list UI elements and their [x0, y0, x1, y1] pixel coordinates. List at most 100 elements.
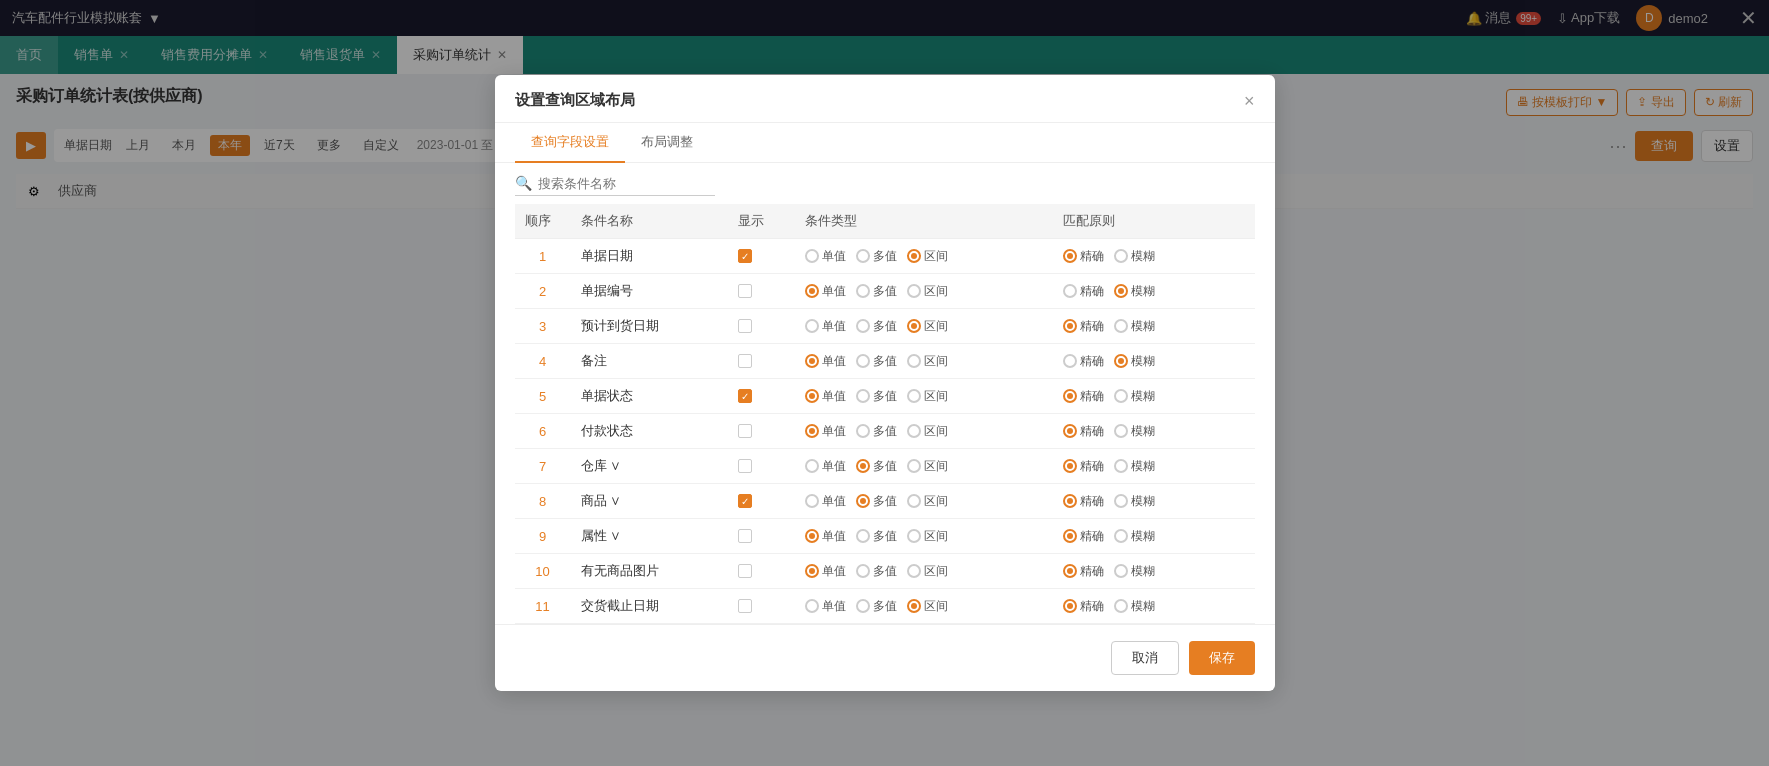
- dialog-tab-fields-label: 查询字段设置: [531, 134, 609, 149]
- settings-dialog: 设置查询区域布局 × 查询字段设置 布局调整 🔍 顺序: [495, 75, 1275, 474]
- row-match-5[interactable]: 精确 模糊: [1053, 414, 1255, 449]
- checkbox-2[interactable]: [738, 319, 752, 333]
- row-match-2[interactable]: 精确模糊: [1053, 309, 1255, 344]
- row-type-2[interactable]: 单值多值区间: [795, 309, 1053, 344]
- table-row: 4备注单值多值区间精确模糊: [515, 344, 1255, 379]
- row-order-5: 6: [515, 414, 571, 449]
- type-option-1-0[interactable]: 单值: [805, 283, 846, 300]
- th-show: 显示: [728, 204, 795, 239]
- radio-circle-type-0-0: [805, 249, 819, 263]
- type-option-6-0[interactable]: 单值: [805, 458, 846, 475]
- match-option-4-1[interactable]: 模糊: [1114, 388, 1155, 405]
- match-option-6-0[interactable]: 精确: [1063, 458, 1104, 475]
- row-name-5: 付款状态: [571, 414, 728, 449]
- row-match-1[interactable]: 精确 模糊: [1053, 274, 1255, 309]
- row-match-4[interactable]: 精确 模糊: [1053, 379, 1255, 414]
- match-option-2-0[interactable]: 精确: [1063, 318, 1104, 335]
- row-show-3[interactable]: [728, 344, 795, 379]
- row-type-3[interactable]: 单值多值区间: [795, 344, 1053, 379]
- th-name: 条件名称: [571, 204, 728, 239]
- match-option-0-0[interactable]: 精确: [1063, 248, 1104, 265]
- radio-circle-type-3-2: [907, 354, 921, 368]
- dialog-tab-layout[interactable]: 布局调整: [625, 123, 709, 163]
- radio-circle-match-3-0: [1063, 354, 1077, 368]
- radio-circle-match-2-0: [1063, 319, 1077, 333]
- row-match-6[interactable]: 精确模糊: [1053, 449, 1255, 475]
- row-type-1[interactable]: 单值 多值区间: [795, 274, 1053, 309]
- dialog-close-button[interactable]: ×: [1244, 92, 1255, 110]
- type-option-2-1[interactable]: 多值: [856, 318, 897, 335]
- type-option-4-0[interactable]: 单值: [805, 388, 846, 405]
- type-option-3-1[interactable]: 多值: [856, 353, 897, 370]
- row-order-2: 3: [515, 309, 571, 344]
- type-option-5-1[interactable]: 多值: [856, 423, 897, 440]
- row-type-5[interactable]: 单值多值区间: [795, 414, 1053, 449]
- radio-label-match-5-1: 模糊: [1131, 423, 1155, 440]
- radio-circle-match-4-1: [1114, 389, 1128, 403]
- row-type-0[interactable]: 单值多值区间: [795, 239, 1053, 274]
- radio-circle-match-4-0: [1063, 389, 1077, 403]
- checkbox-1[interactable]: [738, 284, 752, 298]
- row-show-4[interactable]: [728, 379, 795, 414]
- type-option-0-0[interactable]: 单值: [805, 248, 846, 265]
- type-option-2-2[interactable]: 区间: [907, 318, 948, 335]
- radio-label-match-5-0: 精确: [1080, 423, 1104, 440]
- type-option-5-2[interactable]: 区间: [907, 423, 948, 440]
- match-option-5-0[interactable]: 精确: [1063, 423, 1104, 440]
- radio-label-match-2-0: 精确: [1080, 318, 1104, 335]
- match-option-6-1[interactable]: 模糊: [1114, 458, 1155, 475]
- dialog-tab-fields[interactable]: 查询字段设置: [515, 123, 625, 163]
- radio-label-type-1-1: 多值: [873, 283, 897, 300]
- radio-label-match-1-0: 精确: [1080, 283, 1104, 300]
- type-option-0-1[interactable]: 多值: [856, 248, 897, 265]
- type-option-5-0[interactable]: 单值: [805, 423, 846, 440]
- type-option-6-1[interactable]: 多值: [856, 458, 897, 475]
- th-match: 匹配原则: [1053, 204, 1255, 239]
- match-option-2-1[interactable]: 模糊: [1114, 318, 1155, 335]
- row-show-6[interactable]: [728, 449, 795, 475]
- table-row: 6付款状态 单值多值区间 精确 模糊: [515, 414, 1255, 449]
- match-option-3-1[interactable]: 模糊: [1114, 353, 1155, 370]
- row-type-4[interactable]: 单值多值区间: [795, 379, 1053, 414]
- row-show-0[interactable]: [728, 239, 795, 274]
- checkbox-4[interactable]: [738, 389, 752, 403]
- type-option-4-2[interactable]: 区间: [907, 388, 948, 405]
- match-option-1-1[interactable]: 模糊: [1114, 283, 1155, 300]
- row-match-0[interactable]: 精确模糊: [1053, 239, 1255, 274]
- radio-circle-type-3-0: [805, 354, 819, 368]
- radio-label-match-4-1: 模糊: [1131, 388, 1155, 405]
- match-option-0-1[interactable]: 模糊: [1114, 248, 1155, 265]
- row-type-6[interactable]: 单值多值区间: [795, 449, 1053, 475]
- match-option-1-0[interactable]: 精确: [1063, 283, 1104, 300]
- type-option-0-2[interactable]: 区间: [907, 248, 948, 265]
- radio-circle-match-5-1: [1114, 424, 1128, 438]
- type-option-6-2[interactable]: 区间: [907, 458, 948, 475]
- row-show-2[interactable]: [728, 309, 795, 344]
- radio-label-match-1-1: 模糊: [1131, 283, 1155, 300]
- radio-circle-match-1-1: [1114, 284, 1128, 298]
- type-option-2-0[interactable]: 单值: [805, 318, 846, 335]
- radio-label-type-0-0: 单值: [822, 248, 846, 265]
- type-option-3-2[interactable]: 区间: [907, 353, 948, 370]
- type-option-3-0[interactable]: 单值: [805, 353, 846, 370]
- checkbox-6[interactable]: [738, 459, 752, 473]
- search-input[interactable]: [538, 176, 698, 191]
- row-name-1: 单据编号: [571, 274, 728, 309]
- checkbox-5[interactable]: [738, 424, 752, 438]
- checkbox-0[interactable]: [738, 249, 752, 263]
- radio-label-type-4-0: 单值: [822, 388, 846, 405]
- dialog-tabs: 查询字段设置 布局调整: [495, 123, 1275, 163]
- field-table: 顺序 条件名称 显示 条件类型 匹配原则 1单据日期单值多值区间精确模糊2单据编…: [495, 204, 1275, 474]
- modal-overlay[interactable]: 设置查询区域布局 × 查询字段设置 布局调整 🔍 顺序: [0, 0, 1769, 474]
- type-option-1-2[interactable]: 区间: [907, 283, 948, 300]
- match-option-4-0[interactable]: 精确: [1063, 388, 1104, 405]
- checkbox-3[interactable]: [738, 354, 752, 368]
- radio-circle-type-5-1: [856, 424, 870, 438]
- row-show-5[interactable]: [728, 414, 795, 449]
- type-option-4-1[interactable]: 多值: [856, 388, 897, 405]
- match-option-5-1[interactable]: 模糊: [1114, 423, 1155, 440]
- row-match-3[interactable]: 精确模糊: [1053, 344, 1255, 379]
- row-show-1[interactable]: [728, 274, 795, 309]
- type-option-1-1[interactable]: 多值: [856, 283, 897, 300]
- match-option-3-0[interactable]: 精确: [1063, 353, 1104, 370]
